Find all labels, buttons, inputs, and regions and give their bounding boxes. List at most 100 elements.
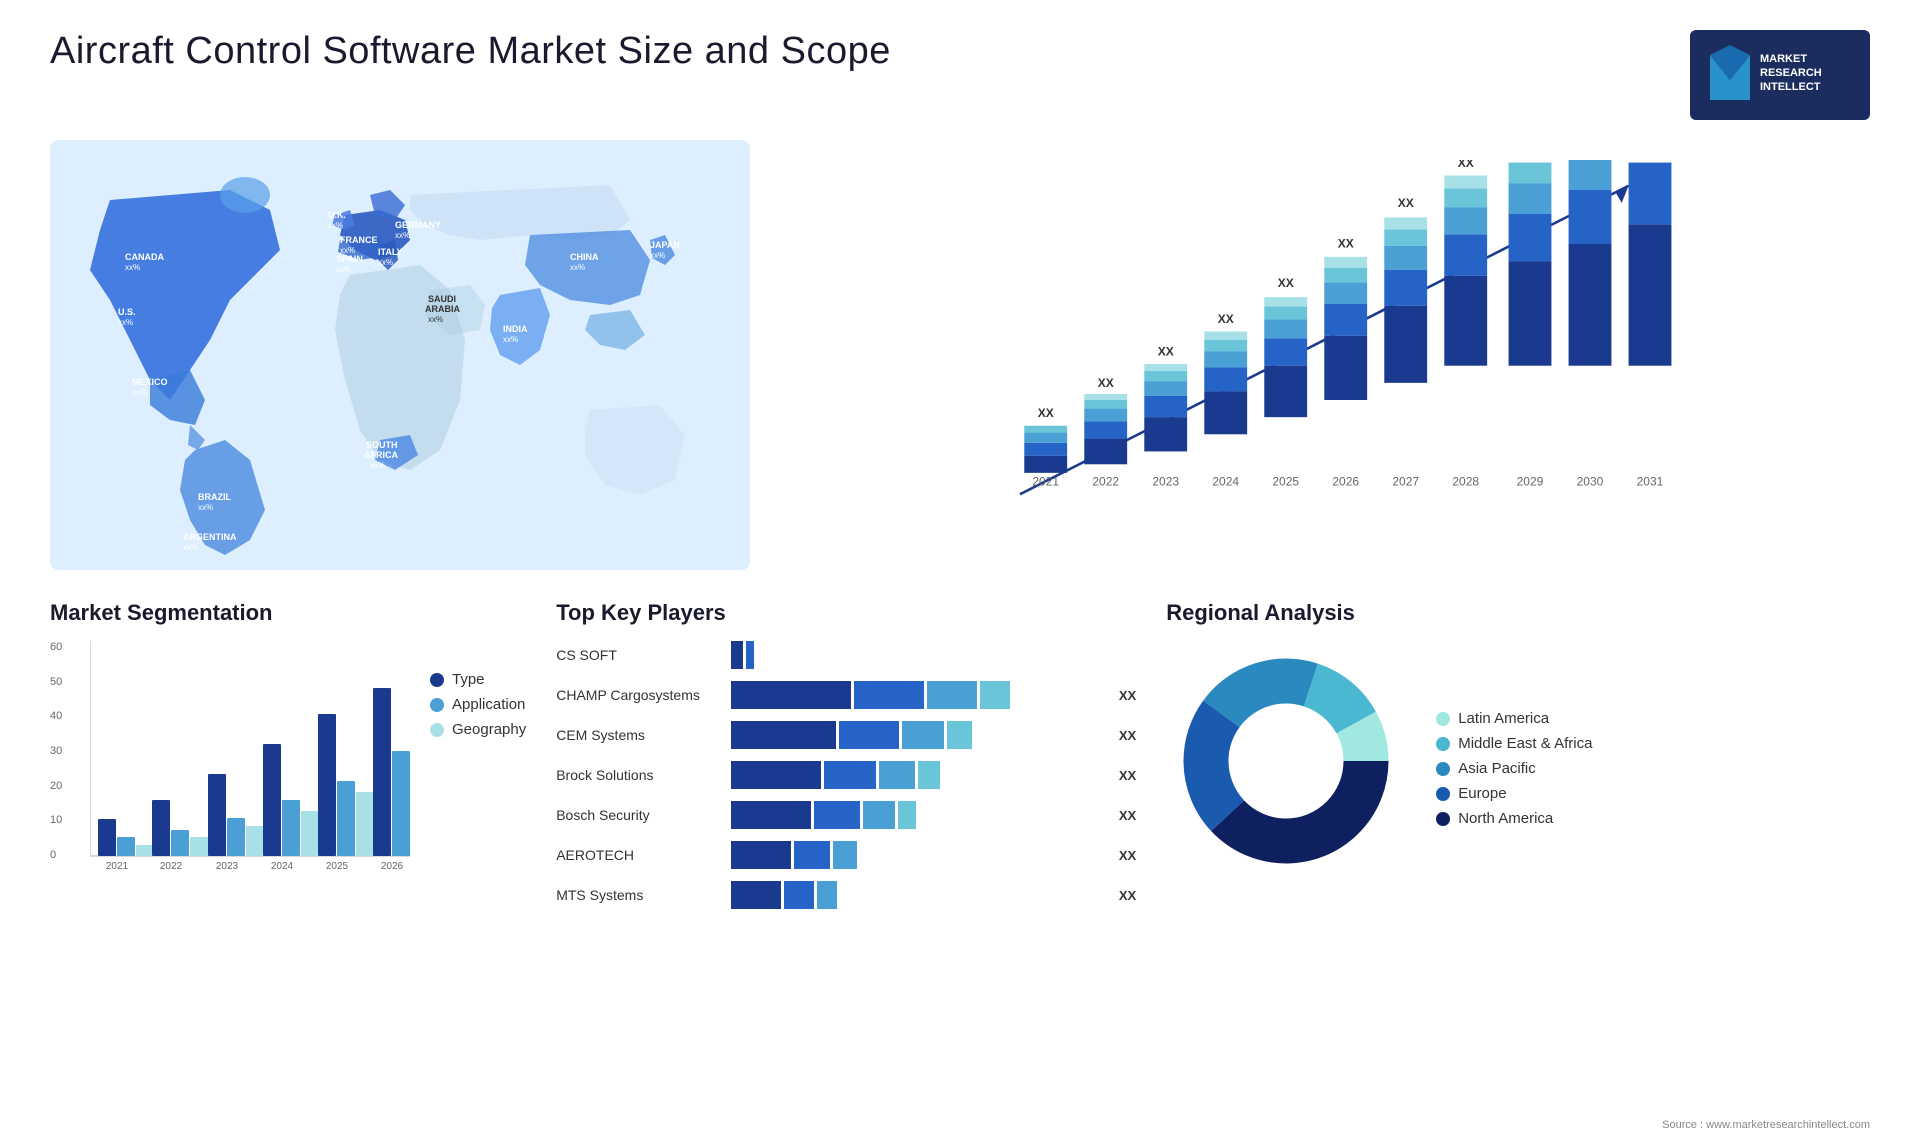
svg-text:2024: 2024: [271, 861, 294, 872]
svg-text:SOUTH: SOUTH: [366, 440, 398, 450]
header: Aircraft Control Software Market Size an…: [50, 30, 1870, 120]
player-bar-cssoft: [731, 641, 1136, 669]
player-row-brock: Brock Solutions XX: [556, 761, 1136, 789]
map-container: CANADA xx% U.S. xx% MEXICO xx% BRAZIL xx…: [50, 140, 750, 570]
svg-text:XX: XX: [1338, 236, 1354, 250]
svg-text:SAUDI: SAUDI: [428, 294, 456, 304]
y-label-30: 30: [50, 745, 62, 757]
player-value-champ: XX: [1119, 688, 1136, 703]
svg-text:FRANCE: FRANCE: [340, 235, 378, 245]
player-value-brock: XX: [1119, 768, 1136, 783]
y-label-10: 10: [50, 814, 62, 826]
svg-text:2023: 2023: [1152, 475, 1179, 489]
legend-dot-latin: [1436, 712, 1450, 726]
svg-text:2025: 2025: [1272, 475, 1299, 489]
svg-text:ITALY: ITALY: [378, 247, 403, 257]
svg-text:XX: XX: [1458, 160, 1474, 170]
legend-label-latin: Latin America: [1458, 710, 1549, 727]
svg-text:XX: XX: [1098, 376, 1114, 390]
svg-text:U.K.: U.K.: [328, 210, 346, 220]
legend-label-asia: Asia Pacific: [1458, 760, 1536, 777]
regional-section: Regional Analysis: [1166, 600, 1870, 980]
svg-text:ARABIA: ARABIA: [425, 304, 460, 314]
svg-text:SPAIN: SPAIN: [336, 254, 363, 264]
segmentation-title: Market Segmentation: [50, 600, 526, 626]
y-label-20: 20: [50, 780, 62, 792]
player-name-aerotech: AEROTECH: [556, 847, 721, 863]
legend-application: Application: [430, 696, 526, 713]
player-value-bosch: XX: [1119, 808, 1136, 823]
player-bar-mts: [731, 881, 1104, 909]
source-text: Source : www.marketresearchintellect.com: [1662, 1119, 1870, 1131]
player-name-bosch: Bosch Security: [556, 807, 721, 823]
legend-europe: Europe: [1436, 785, 1592, 802]
legend-label-type: Type: [452, 671, 485, 688]
legend-dot-europe: [1436, 787, 1450, 801]
logo-svg: MARKET RESEARCH INTELLECT: [1700, 40, 1860, 110]
legend-dot-app: [430, 698, 444, 712]
svg-text:XX: XX: [1278, 276, 1294, 290]
page-container: Aircraft Control Software Market Size an…: [0, 0, 1920, 1146]
svg-text:xx%: xx%: [183, 543, 198, 552]
player-bar-aerotech: [731, 841, 1104, 869]
bottom-section: Market Segmentation 60 50 40 30 20 10 0: [50, 600, 1870, 980]
player-row-mts: MTS Systems XX: [556, 881, 1136, 909]
top-section: CANADA xx% U.S. xx% MEXICO xx% BRAZIL xx…: [50, 140, 1870, 570]
svg-text:GERMANY: GERMANY: [395, 220, 441, 230]
legend-type: Type: [430, 671, 526, 688]
legend-north-america: North America: [1436, 810, 1592, 827]
bar-2026: XX 2026: [1324, 236, 1367, 488]
svg-text:BRAZIL: BRAZIL: [198, 492, 231, 502]
svg-text:CANADA: CANADA: [125, 252, 164, 262]
bar-2028: XX 2028: [1444, 160, 1487, 489]
player-row-champ: CHAMP Cargosystems XX: [556, 681, 1136, 709]
players-section: Top Key Players CS SOFT CHAMP Cargosyste…: [556, 600, 1136, 980]
svg-text:2028: 2028: [1452, 475, 1479, 489]
players-title: Top Key Players: [556, 600, 1136, 626]
svg-text:xx%: xx%: [650, 251, 665, 260]
bar-2029: XX 2029: [1509, 160, 1552, 489]
svg-text:xx%: xx%: [125, 263, 140, 272]
legend-dot-mideast: [1436, 737, 1450, 751]
y-label-40: 40: [50, 710, 62, 722]
svg-text:xx%: xx%: [395, 231, 410, 240]
logo: MARKET RESEARCH INTELLECT: [1690, 30, 1870, 120]
svg-text:INTELLECT: INTELLECT: [1760, 81, 1821, 93]
growth-chart: XX 2021 XX 2022: [790, 160, 1850, 520]
svg-text:xx%: xx%: [198, 503, 213, 512]
svg-text:2022: 2022: [160, 861, 183, 872]
legend-label-app: Application: [452, 696, 525, 713]
svg-text:2029: 2029: [1517, 475, 1544, 489]
player-row-cssoft: CS SOFT: [556, 641, 1136, 669]
bar-2030: XX 2030: [1569, 160, 1612, 489]
legend-geography: Geography: [430, 721, 526, 738]
player-name-cssoft: CS SOFT: [556, 647, 721, 663]
player-name-brock: Brock Solutions: [556, 767, 721, 783]
svg-text:xx%: xx%: [336, 265, 351, 274]
seg-legend: Type Application Geography: [430, 671, 526, 886]
svg-text:ARGENTINA: ARGENTINA: [183, 532, 237, 542]
svg-text:2021: 2021: [106, 861, 129, 872]
svg-text:2022: 2022: [1092, 475, 1119, 489]
svg-text:xx%: xx%: [570, 263, 585, 272]
regional-legend: Latin America Middle East & Africa Asia …: [1436, 710, 1592, 827]
svg-text:MARKET: MARKET: [1760, 53, 1807, 65]
segmentation-section: Market Segmentation 60 50 40 30 20 10 0: [50, 600, 526, 980]
y-label-60: 60: [50, 641, 62, 653]
svg-text:xx%: xx%: [428, 315, 443, 324]
legend-middle-east: Middle East & Africa: [1436, 735, 1592, 752]
svg-text:xx%: xx%: [378, 258, 393, 267]
legend-dot-asia: [1436, 762, 1450, 776]
svg-text:INDIA: INDIA: [503, 324, 528, 334]
svg-text:2026: 2026: [1332, 475, 1359, 489]
legend-dot-namerica: [1436, 812, 1450, 826]
svg-text:2031: 2031: [1637, 475, 1664, 489]
svg-text:U.S.: U.S.: [118, 307, 136, 317]
svg-text:xx%: xx%: [118, 318, 133, 327]
svg-text:xx%: xx%: [503, 335, 518, 344]
svg-text:JAPAN: JAPAN: [650, 240, 680, 250]
svg-text:XX: XX: [1038, 406, 1054, 420]
svg-text:2021: 2021: [1032, 475, 1059, 489]
svg-text:2030: 2030: [1577, 475, 1604, 489]
player-name-champ: CHAMP Cargosystems: [556, 687, 721, 703]
